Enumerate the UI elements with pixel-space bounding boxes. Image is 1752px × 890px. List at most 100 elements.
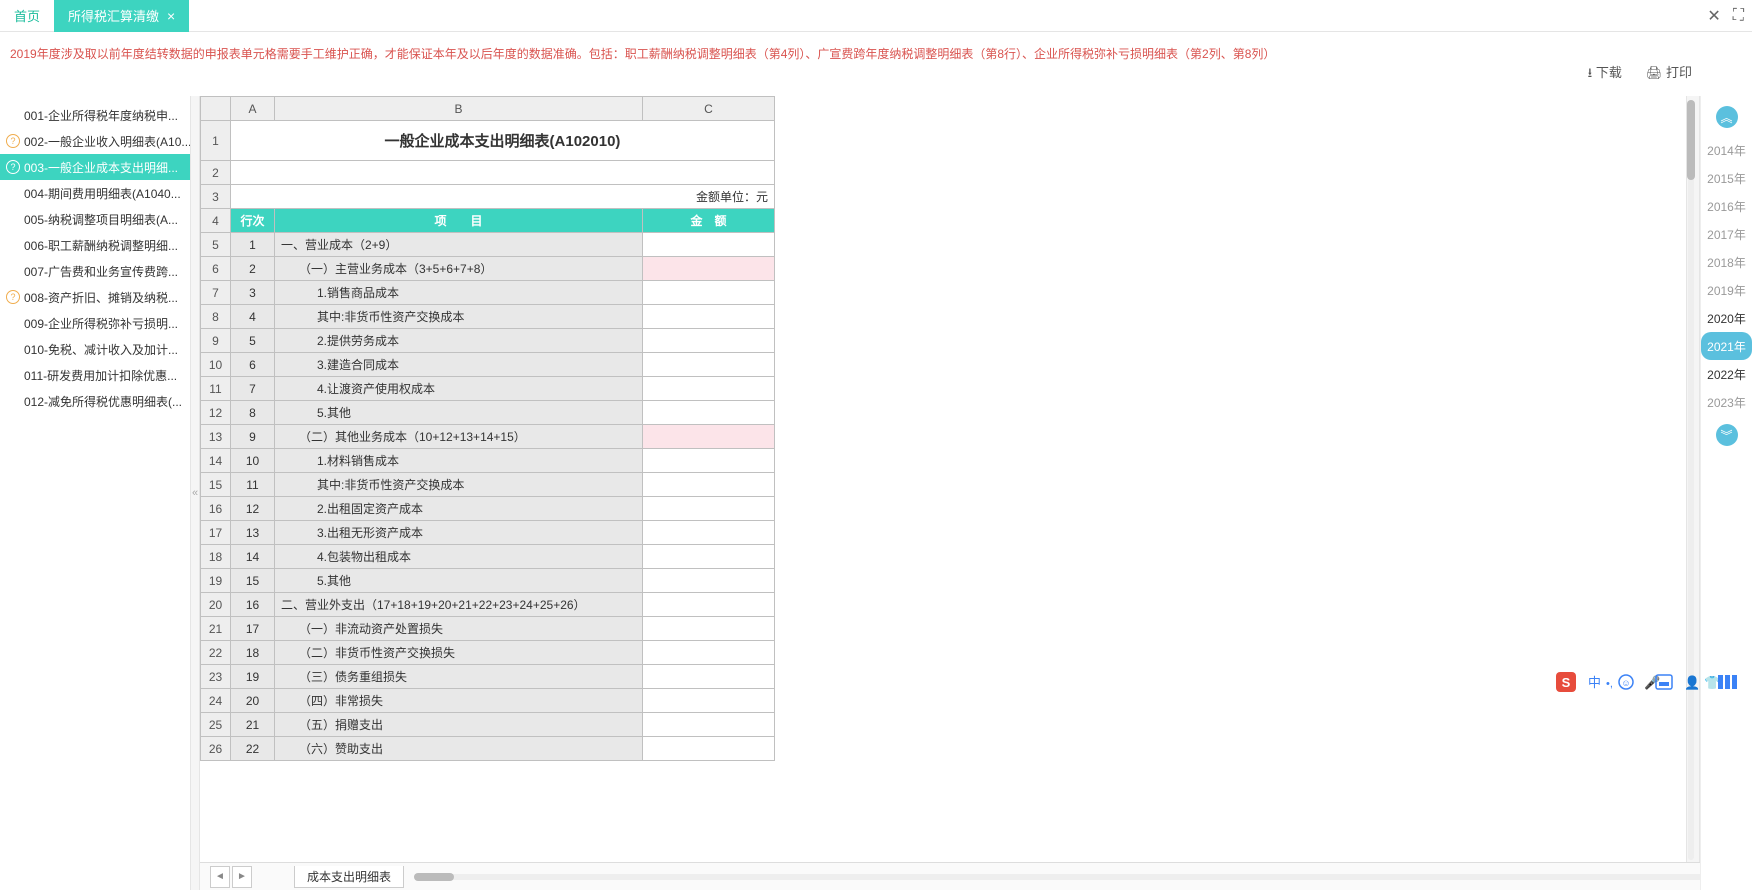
year-2014年[interactable]: 2014年 — [1701, 136, 1752, 164]
year-2018年[interactable]: 2018年 — [1701, 248, 1752, 276]
nav-item-5[interactable]: 006-职工薪酬纳税调整明细... — [0, 232, 190, 258]
row-header[interactable]: 22 — [201, 641, 231, 665]
item-cell[interactable]: 其中:非货币性资产交换成本 — [275, 305, 643, 329]
line-no-cell[interactable]: 6 — [231, 353, 275, 377]
amount-cell[interactable] — [643, 545, 775, 569]
amount-cell[interactable] — [643, 641, 775, 665]
nav-item-7[interactable]: 008-资产折旧、摊销及纳税... — [0, 284, 190, 310]
row-header[interactable]: 10 — [201, 353, 231, 377]
line-no-cell[interactable]: 14 — [231, 545, 275, 569]
item-cell[interactable]: （四）非常损失 — [275, 689, 643, 713]
row-header[interactable]: 21 — [201, 617, 231, 641]
item-cell[interactable]: 3.出租无形资产成本 — [275, 521, 643, 545]
amount-cell[interactable] — [643, 233, 775, 257]
amount-cell[interactable] — [643, 593, 775, 617]
ime-toolbar[interactable]: S 中 •, ☺ 🎤 👤 👕 — [1556, 672, 1746, 696]
print-button[interactable]: 🖨 打印 — [1646, 62, 1692, 86]
row-header[interactable]: 6 — [201, 257, 231, 281]
item-cell[interactable]: 4.包装物出租成本 — [275, 545, 643, 569]
row-header[interactable]: 9 — [201, 329, 231, 353]
amount-cell[interactable] — [643, 497, 775, 521]
amount-cell[interactable] — [643, 713, 775, 737]
close-icon[interactable]: × — [167, 8, 175, 24]
tab-income-tax[interactable]: 所得税汇算清缴 × — [54, 0, 189, 32]
amount-cell[interactable] — [643, 449, 775, 473]
year-2021年[interactable]: 2021年 — [1701, 332, 1752, 360]
year-2020年[interactable]: 2020年 — [1701, 304, 1752, 332]
amount-cell[interactable] — [643, 353, 775, 377]
tab-home[interactable]: 首页 — [0, 0, 54, 32]
line-no-cell[interactable]: 2 — [231, 257, 275, 281]
vscrollbar[interactable] — [1684, 100, 1698, 860]
amount-cell[interactable] — [643, 689, 775, 713]
row-header[interactable]: 7 — [201, 281, 231, 305]
nav-item-6[interactable]: 007-广告费和业务宣传费跨... — [0, 258, 190, 284]
corner-cell[interactable] — [201, 97, 231, 121]
amount-cell[interactable] — [643, 521, 775, 545]
line-no-cell[interactable]: 18 — [231, 641, 275, 665]
item-cell[interactable]: 1.销售商品成本 — [275, 281, 643, 305]
amount-cell[interactable] — [643, 617, 775, 641]
year-2023年[interactable]: 2023年 — [1701, 388, 1752, 416]
item-cell[interactable]: 5.其他 — [275, 569, 643, 593]
year-2015年[interactable]: 2015年 — [1701, 164, 1752, 192]
window-close-icon[interactable]: ✕ — [1707, 6, 1720, 26]
line-no-cell[interactable]: 12 — [231, 497, 275, 521]
line-no-cell[interactable]: 15 — [231, 569, 275, 593]
row-header[interactable]: 14 — [201, 449, 231, 473]
row-header[interactable]: 26 — [201, 737, 231, 761]
nav-item-11[interactable]: 012-减免所得税优惠明细表(... — [0, 388, 190, 414]
scroll-up-icon[interactable]: ︽ — [1716, 106, 1738, 128]
nav-item-3[interactable]: 004-期间费用明细表(A1040... — [0, 180, 190, 206]
year-2016年[interactable]: 2016年 — [1701, 192, 1752, 220]
item-cell[interactable]: 1.材料销售成本 — [275, 449, 643, 473]
row-header[interactable]: 5 — [201, 233, 231, 257]
line-no-cell[interactable]: 19 — [231, 665, 275, 689]
item-cell[interactable]: 2.出租固定资产成本 — [275, 497, 643, 521]
line-no-cell[interactable]: 5 — [231, 329, 275, 353]
hscrollbar[interactable] — [414, 871, 1742, 883]
row-header[interactable]: 24 — [201, 689, 231, 713]
item-cell[interactable]: （二）其他业务成本（10+12+13+14+15） — [275, 425, 643, 449]
line-no-cell[interactable]: 20 — [231, 689, 275, 713]
row-header[interactable]: 19 — [201, 569, 231, 593]
item-cell[interactable]: （二）非货币性资产交换损失 — [275, 641, 643, 665]
year-2017年[interactable]: 2017年 — [1701, 220, 1752, 248]
row-header[interactable]: 15 — [201, 473, 231, 497]
scroll-down-icon[interactable]: ︾ — [1716, 424, 1738, 446]
line-no-cell[interactable]: 17 — [231, 617, 275, 641]
amount-cell[interactable] — [643, 569, 775, 593]
item-cell[interactable]: （六）赞助支出 — [275, 737, 643, 761]
row-header[interactable]: 20 — [201, 593, 231, 617]
amount-cell[interactable] — [643, 473, 775, 497]
sheet-tab[interactable]: 成本支出明细表 — [294, 866, 404, 888]
row-header[interactable]: 2 — [201, 161, 231, 185]
amount-cell[interactable] — [643, 377, 775, 401]
item-cell[interactable]: （一）非流动资产处置损失 — [275, 617, 643, 641]
amount-cell[interactable] — [643, 665, 775, 689]
sheet-prev-icon[interactable]: ◄ — [210, 866, 230, 888]
line-no-cell[interactable]: 4 — [231, 305, 275, 329]
row-header[interactable]: 16 — [201, 497, 231, 521]
amount-cell[interactable] — [643, 305, 775, 329]
row-header[interactable]: 1 — [201, 121, 231, 161]
grid-scroll[interactable]: A B C 1一般企业成本支出明细表(A102010) 2 3金额单位：元 4 … — [200, 96, 1752, 862]
line-no-cell[interactable]: 10 — [231, 449, 275, 473]
row-header[interactable]: 8 — [201, 305, 231, 329]
line-no-cell[interactable]: 9 — [231, 425, 275, 449]
line-no-cell[interactable]: 8 — [231, 401, 275, 425]
item-cell[interactable]: 其中:非货币性资产交换成本 — [275, 473, 643, 497]
item-cell[interactable]: 5.其他 — [275, 401, 643, 425]
download-button[interactable]: ⭳ 下载 — [1588, 62, 1622, 86]
line-no-cell[interactable]: 3 — [231, 281, 275, 305]
nav-item-8[interactable]: 009-企业所得税弥补亏损明... — [0, 310, 190, 336]
row-header[interactable]: 11 — [201, 377, 231, 401]
row-header[interactable]: 4 — [201, 209, 231, 233]
nav-item-10[interactable]: 011-研发费用加计扣除优惠... — [0, 362, 190, 388]
year-2019年[interactable]: 2019年 — [1701, 276, 1752, 304]
item-cell[interactable]: 2.提供劳务成本 — [275, 329, 643, 353]
item-cell[interactable]: （三）债务重组损失 — [275, 665, 643, 689]
amount-cell[interactable] — [643, 257, 775, 281]
item-cell[interactable]: 4.让渡资产使用权成本 — [275, 377, 643, 401]
line-no-cell[interactable]: 11 — [231, 473, 275, 497]
